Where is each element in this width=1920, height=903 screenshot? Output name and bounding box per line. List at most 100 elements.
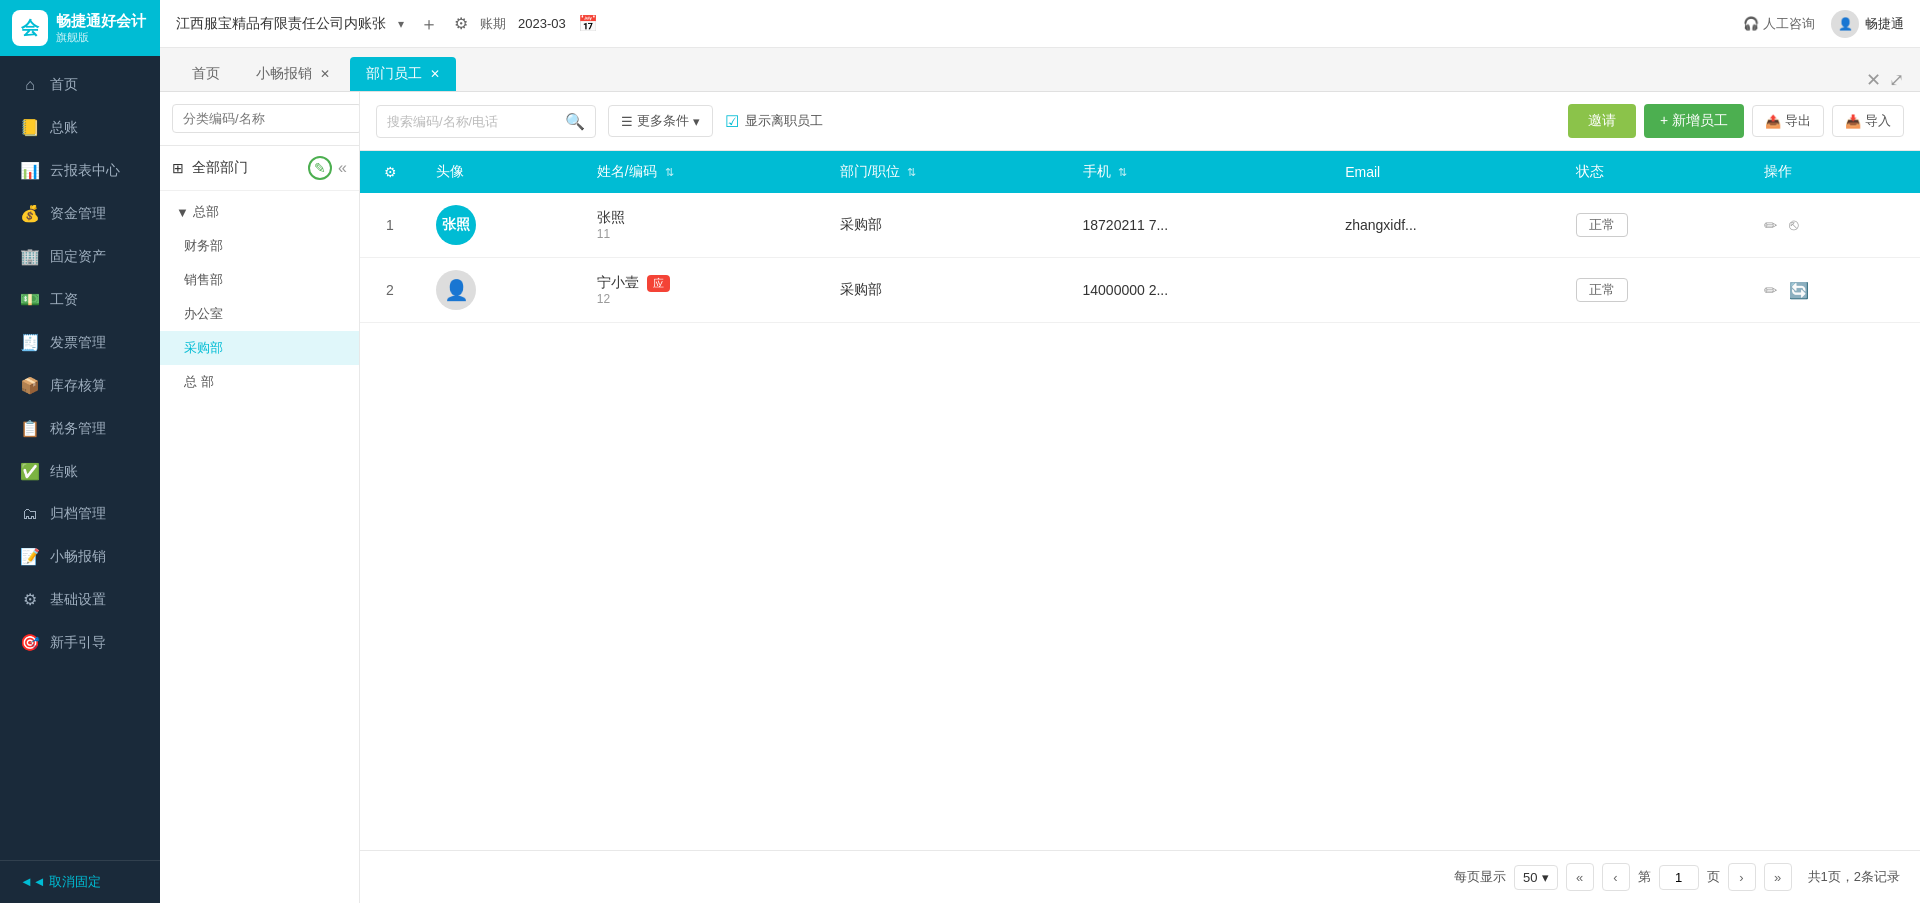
next-page-button[interactable]: › <box>1728 863 1756 891</box>
sidebar-item-label: 新手引导 <box>50 634 106 652</box>
col-phone[interactable]: 手机 ⇅ <box>1067 151 1330 193</box>
sidebar-item-label: 库存核算 <box>50 377 106 395</box>
pagination: 每页显示 50 ▾ « ‹ 第 页 › » 共1页，2条记录 <box>360 850 1920 903</box>
sidebar-item-invoice[interactable]: 🧾 发票管理 <box>0 321 160 364</box>
sidebar-item-wages[interactable]: 💵 工资 <box>0 278 160 321</box>
dept-collapse-icon[interactable]: « <box>338 159 347 177</box>
first-page-button[interactable]: « <box>1566 863 1594 891</box>
page-input[interactable] <box>1659 865 1699 890</box>
tab-home[interactable]: 首页 <box>176 57 236 91</box>
col-status: 状态 <box>1560 151 1748 193</box>
col-settings[interactable]: ⚙ <box>360 151 420 193</box>
left-panel: 🔍 ⊞ 全部部门 ✎ « ▼ 总部 财务部 销售部 办公室 采购部 总 部 <box>160 92 360 903</box>
action-cell: ✏ 🔄 <box>1748 258 1920 323</box>
funds-icon: 💰 <box>20 204 40 223</box>
sidebar-item-assets[interactable]: 🏢 固定资产 <box>0 235 160 278</box>
service-button[interactable]: 🎧 人工咨询 <box>1743 15 1815 33</box>
dept-item-office[interactable]: 办公室 <box>160 297 359 331</box>
tab-dept-employee[interactable]: 部门员工 ✕ <box>350 57 456 91</box>
sidebar-item-funds[interactable]: 💰 资金管理 <box>0 192 160 235</box>
tab-expense-close[interactable]: ✕ <box>320 67 330 81</box>
dept-item-finance[interactable]: 财务部 <box>160 229 359 263</box>
tab-expense[interactable]: 小畅报销 ✕ <box>240 57 346 91</box>
add-company-icon[interactable]: ＋ <box>416 8 442 40</box>
table-row: 1 张照 张照 11 采购部 18720211 7... <box>360 193 1920 258</box>
sidebar-item-home[interactable]: ⌂ 首页 <box>0 64 160 106</box>
user-info[interactable]: 👤 畅捷通 <box>1831 10 1904 38</box>
avatar: 张照 <box>436 205 476 245</box>
invite-button[interactable]: 邀请 <box>1568 104 1636 138</box>
settings-icon: ⚙ <box>20 590 40 609</box>
dept-item-sales[interactable]: 销售部 <box>160 263 359 297</box>
edit-icon[interactable]: ✏ <box>1764 281 1777 300</box>
tab-expense-label: 小畅报销 <box>256 65 312 83</box>
sidebar-item-label: 资金管理 <box>50 205 106 223</box>
dept-edit-button[interactable]: ✎ <box>308 156 332 180</box>
sidebar-item-archive[interactable]: 🗂 归档管理 <box>0 493 160 535</box>
sidebar-item-reports[interactable]: 📊 云报表中心 <box>0 149 160 192</box>
per-page-arrow: ▾ <box>1542 870 1549 885</box>
col-name-code[interactable]: 姓名/编码 ⇅ <box>581 151 824 193</box>
close-window-icon[interactable]: ✕ <box>1866 69 1881 91</box>
dept-header-actions: ✎ « <box>308 156 347 180</box>
col-email: Email <box>1329 151 1560 193</box>
per-page-select[interactable]: 50 ▾ <box>1514 865 1557 890</box>
action-cell: ✏ ⎋ <box>1748 193 1920 258</box>
search-icon[interactable]: 🔍 <box>565 112 585 131</box>
arrow-down-icon: ▼ <box>176 205 189 220</box>
dept-item-head[interactable]: ▼ 总部 <box>160 195 359 229</box>
delete-icon[interactable]: 🔄 <box>1789 281 1809 300</box>
unpin-button[interactable]: ◄◄ 取消固定 <box>0 860 160 903</box>
settings-icon[interactable]: ⚙ <box>454 14 468 33</box>
dept-cell: 采购部 <box>824 258 1067 323</box>
sidebar-item-expense[interactable]: 📝 小畅报销 <box>0 535 160 578</box>
sidebar-item-inventory[interactable]: 📦 库存核算 <box>0 364 160 407</box>
sidebar-item-label: 归档管理 <box>50 505 106 523</box>
tax-icon: 📋 <box>20 419 40 438</box>
chart-icon: 📊 <box>20 161 40 180</box>
sidebar-item-tax[interactable]: 📋 税务管理 <box>0 407 160 450</box>
company-dropdown-icon[interactable]: ▾ <box>398 17 404 31</box>
dept-search-input[interactable] <box>172 104 360 133</box>
sort-name-icon: ⇅ <box>665 166 674 178</box>
sidebar-item-label: 工资 <box>50 291 78 309</box>
show-resign-checkbox[interactable]: ☑ 显示离职员工 <box>725 112 823 131</box>
period-label: 账期 <box>480 15 506 33</box>
sidebar-item-closing[interactable]: ✅ 结账 <box>0 450 160 493</box>
inventory-icon: 📦 <box>20 376 40 395</box>
export-icon: 📤 <box>1765 114 1781 129</box>
dept-item-general[interactable]: 总 部 <box>160 365 359 399</box>
col-dept[interactable]: 部门/职位 ⇅ <box>824 151 1067 193</box>
export-button[interactable]: 📤 导出 <box>1752 105 1824 137</box>
dept-item-purchase[interactable]: 采购部 <box>160 331 359 365</box>
tabbar: 首页 小畅报销 ✕ 部门员工 ✕ ✕ ⤢ <box>160 48 1920 92</box>
maximize-icon[interactable]: ⤢ <box>1889 69 1904 91</box>
logout-icon[interactable]: ⎋ <box>1789 216 1799 234</box>
wages-icon: 💵 <box>20 290 40 309</box>
import-label: 导入 <box>1865 112 1891 130</box>
guide-icon: 🎯 <box>20 633 40 652</box>
prev-page-button[interactable]: ‹ <box>1602 863 1630 891</box>
email-cell <box>1329 258 1560 323</box>
edit-icon[interactable]: ✏ <box>1764 216 1777 235</box>
status-cell: 正常 <box>1560 258 1748 323</box>
filter-button[interactable]: ☰ 更多条件 ▾ <box>608 105 713 137</box>
add-employee-button[interactable]: + 新增员工 <box>1644 104 1744 138</box>
employee-search-input[interactable] <box>387 114 559 129</box>
calendar-icon[interactable]: 📅 <box>578 14 598 33</box>
tab-home-label: 首页 <box>192 65 220 83</box>
sidebar-item-label: 总账 <box>50 119 78 137</box>
sidebar-item-guide[interactable]: 🎯 新手引导 <box>0 621 160 664</box>
sidebar-item-settings[interactable]: ⚙ 基础设置 <box>0 578 160 621</box>
sidebar-item-general[interactable]: 📒 总账 <box>0 106 160 149</box>
sidebar: 会 畅捷通好会计 旗舰版 ⌂ 首页 📒 总账 📊 云报表中心 💰 资金管理 🏢 … <box>0 0 160 903</box>
import-button[interactable]: 📥 导入 <box>1832 105 1904 137</box>
status-badge: 正常 <box>1576 213 1628 237</box>
last-page-button[interactable]: » <box>1764 863 1792 891</box>
invoice-icon: 🧾 <box>20 333 40 352</box>
emp-code: 11 <box>597 227 808 241</box>
per-page-label: 每页显示 <box>1454 868 1506 886</box>
dept-header: ⊞ 全部部门 ✎ « <box>160 146 359 191</box>
tab-dept-close[interactable]: ✕ <box>430 67 440 81</box>
total-records: 共1页，2条记录 <box>1808 868 1900 886</box>
